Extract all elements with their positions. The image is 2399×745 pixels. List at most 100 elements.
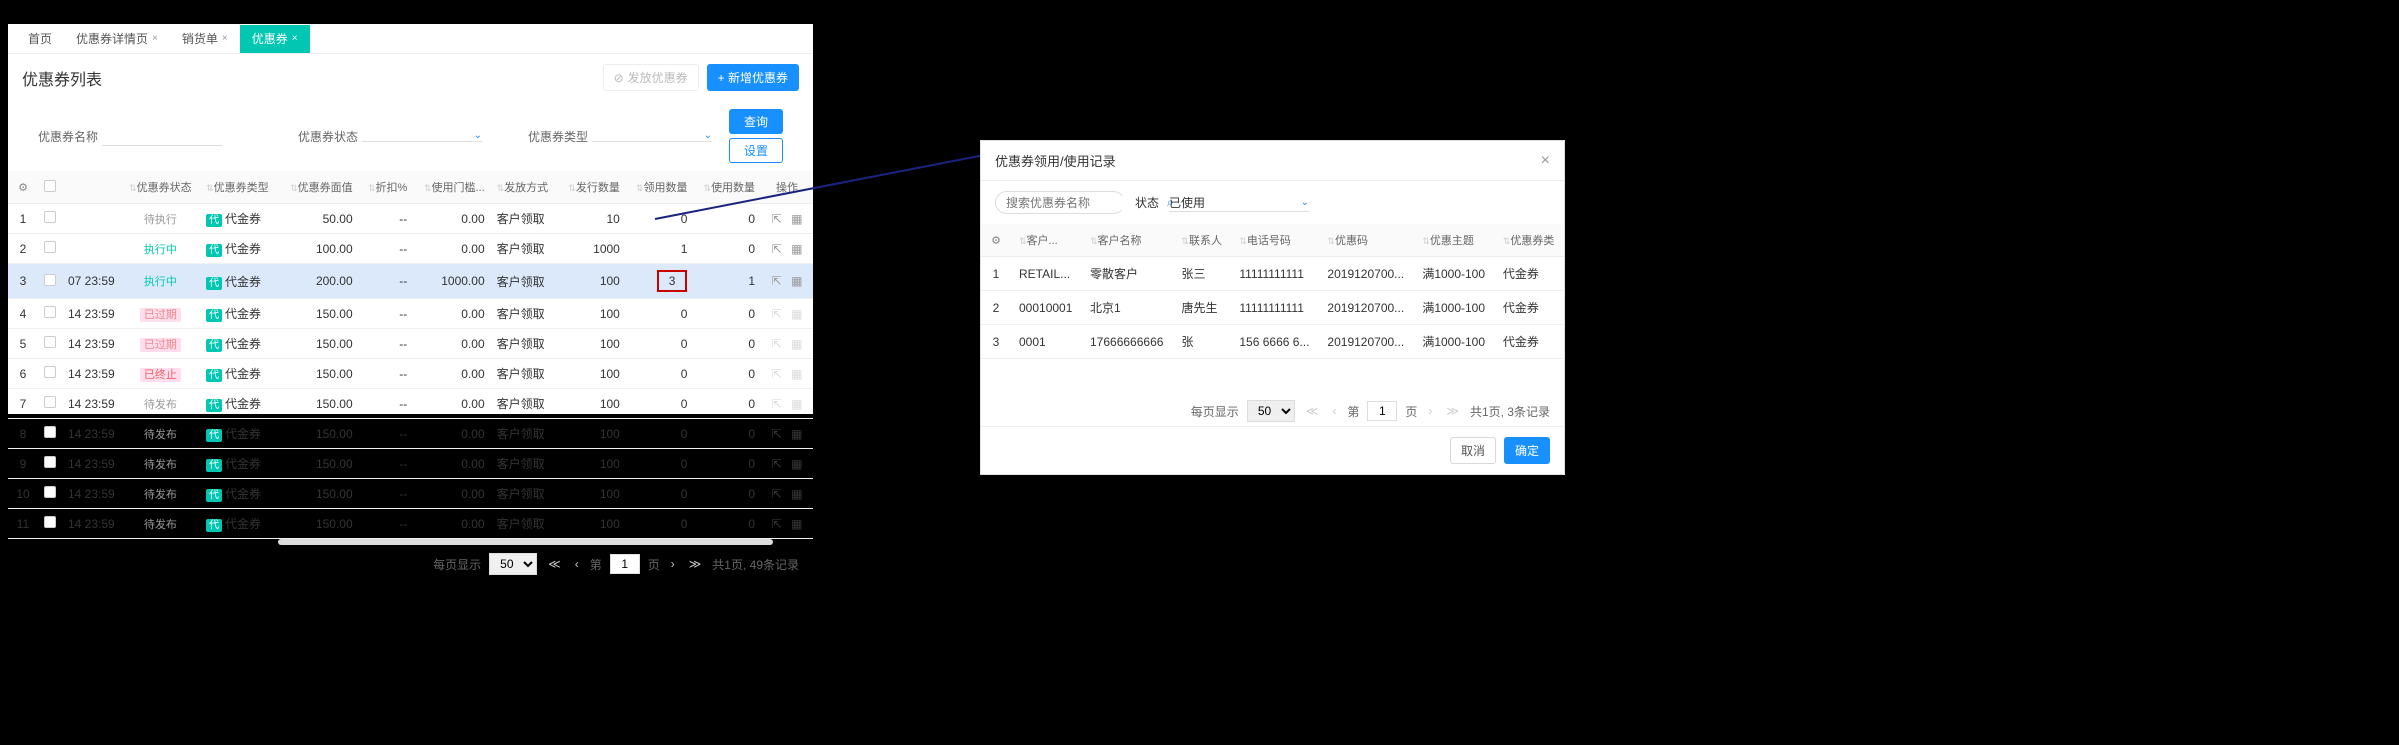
row-checkbox[interactable] — [44, 396, 56, 408]
close-icon[interactable]: × — [152, 33, 158, 44]
row-checkbox[interactable] — [44, 241, 56, 253]
row-checkbox[interactable] — [44, 486, 56, 498]
sort-icon[interactable]: ⇅ — [206, 183, 212, 194]
dlg-page-input[interactable] — [1367, 401, 1397, 421]
sort-icon[interactable]: ⇅ — [1503, 236, 1509, 247]
cancel-button[interactable]: 取消 — [1450, 437, 1496, 464]
qrcode-icon[interactable]: ▦ — [791, 487, 802, 501]
settings-button[interactable]: 设置 — [729, 138, 783, 163]
sort-icon[interactable]: ⇅ — [497, 183, 503, 194]
filter-name-input[interactable] — [102, 126, 222, 146]
page-first-icon[interactable]: ≪ — [1303, 404, 1322, 418]
close-icon[interactable]: × — [222, 33, 228, 44]
page-prev-icon[interactable]: ‹ — [572, 557, 582, 571]
row-claim-qty[interactable]: 0 — [626, 419, 694, 449]
share-icon[interactable]: ⇱ — [772, 307, 782, 321]
row-checkbox[interactable] — [44, 366, 56, 378]
qrcode-icon[interactable]: ▦ — [791, 457, 802, 471]
qrcode-icon[interactable]: ▦ — [791, 397, 802, 411]
close-icon[interactable]: × — [1541, 152, 1550, 170]
table-row[interactable]: 8 14 23:59 待发布 代代金券 150.00 -- 0.00 客户领取 … — [8, 419, 813, 449]
table-row[interactable]: 2 00010001 北京1 唐先生 11111111111 201912070… — [981, 291, 1564, 325]
sort-icon[interactable]: ⇅ — [368, 183, 374, 194]
table-row[interactable]: 1 待执行 代代金券 50.00 -- 0.00 客户领取 10 0 0 ⇱ ▦ — [8, 204, 813, 234]
share-icon[interactable]: ⇱ — [772, 367, 782, 381]
table-row[interactable]: 10 14 23:59 待发布 代代金券 150.00 -- 0.00 客户领取… — [8, 479, 813, 509]
table-row[interactable]: 11 14 23:59 待发布 代代金券 150.00 -- 0.00 客户领取… — [8, 509, 813, 539]
row-claim-qty[interactable]: 0 — [626, 359, 694, 389]
row-checkbox[interactable] — [44, 306, 56, 318]
tab-sales[interactable]: 销货单× — [170, 25, 240, 53]
sort-icon[interactable]: ⇅ — [129, 183, 135, 194]
page-prev-icon[interactable]: ‹ — [1329, 404, 1339, 418]
tab-coupon[interactable]: 优惠券× — [240, 25, 310, 53]
qrcode-icon[interactable]: ▦ — [791, 274, 802, 288]
share-icon[interactable]: ⇱ — [772, 397, 782, 411]
sort-icon[interactable]: ⇅ — [704, 183, 710, 194]
page-input[interactable] — [610, 554, 640, 574]
share-icon[interactable]: ⇱ — [772, 517, 782, 531]
row-checkbox[interactable] — [44, 336, 56, 348]
table-row[interactable]: 2 执行中 代代金券 100.00 -- 0.00 客户领取 1000 1 0 … — [8, 234, 813, 264]
sort-icon[interactable]: ⇅ — [636, 183, 642, 194]
qrcode-icon[interactable]: ▦ — [791, 212, 802, 226]
share-icon[interactable]: ⇱ — [772, 457, 782, 471]
qrcode-icon[interactable]: ▦ — [791, 337, 802, 351]
table-row[interactable]: 6 14 23:59 已终止 代代金券 150.00 -- 0.00 客户领取 … — [8, 359, 813, 389]
table-row[interactable]: 3 07 23:59 执行中 代代金券 200.00 -- 1000.00 客户… — [8, 264, 813, 299]
row-checkbox[interactable] — [44, 211, 56, 223]
page-first-icon[interactable]: ≪ — [545, 557, 564, 571]
table-row[interactable]: 9 14 23:59 待发布 代代金券 150.00 -- 0.00 客户领取 … — [8, 449, 813, 479]
row-claim-qty[interactable]: 0 — [626, 299, 694, 329]
sort-icon[interactable]: ⇅ — [290, 183, 296, 194]
table-row[interactable]: 1 RETAIL... 零散客户 张三 11111111111 20191207… — [981, 257, 1564, 291]
sort-icon[interactable]: ⇅ — [1090, 236, 1096, 247]
row-claim-qty[interactable]: 1 — [626, 234, 694, 264]
sort-icon[interactable]: ⇅ — [424, 183, 430, 194]
row-claim-qty[interactable]: 3 — [626, 264, 694, 299]
share-icon[interactable]: ⇱ — [772, 427, 782, 441]
table-row[interactable]: 5 14 23:59 已过期 代代金券 150.00 -- 0.00 客户领取 … — [8, 329, 813, 359]
gear-icon[interactable]: ⚙ — [18, 182, 28, 194]
perpage-select[interactable]: 50 — [489, 553, 537, 575]
page-next-icon[interactable]: › — [668, 557, 678, 571]
sort-icon[interactable]: ⇅ — [1019, 236, 1025, 247]
row-claim-qty[interactable]: 0 — [626, 449, 694, 479]
dlg-status-select[interactable]: 已使用 ⌄ — [1169, 194, 1309, 212]
sort-icon[interactable]: ⇅ — [1327, 236, 1333, 247]
filter-type-select[interactable]: ⌄ — [592, 130, 712, 142]
row-claim-qty[interactable]: 0 — [626, 509, 694, 539]
dlg-perpage-select[interactable]: 50 — [1247, 400, 1295, 422]
sort-icon[interactable]: ⇅ — [568, 183, 574, 194]
sort-icon[interactable]: ⇅ — [1182, 236, 1188, 247]
share-icon[interactable]: ⇱ — [772, 242, 782, 256]
page-next-icon[interactable]: › — [1425, 404, 1435, 418]
share-icon[interactable]: ⇱ — [772, 487, 782, 501]
qrcode-icon[interactable]: ▦ — [791, 242, 802, 256]
filter-status-select[interactable]: ⌄ — [362, 130, 482, 142]
row-checkbox[interactable] — [44, 516, 56, 528]
page-last-icon[interactable]: ≫ — [1443, 404, 1462, 418]
table-row[interactable]: 7 14 23:59 待发布 代代金券 150.00 -- 0.00 客户领取 … — [8, 389, 813, 419]
qrcode-icon[interactable]: ▦ — [791, 427, 802, 441]
sort-icon[interactable]: ⇅ — [1239, 236, 1245, 247]
qrcode-icon[interactable]: ▦ — [791, 367, 802, 381]
tab-home[interactable]: 首页 — [16, 25, 64, 53]
row-checkbox[interactable] — [44, 456, 56, 468]
row-checkbox[interactable] — [44, 274, 56, 286]
row-checkbox[interactable] — [44, 426, 56, 438]
sort-icon[interactable]: ⇅ — [1422, 236, 1428, 247]
query-button[interactable]: 查询 — [729, 109, 783, 134]
share-icon[interactable]: ⇱ — [772, 212, 782, 226]
row-claim-qty[interactable]: 0 — [626, 389, 694, 419]
qrcode-icon[interactable]: ▦ — [791, 307, 802, 321]
tab-detail[interactable]: 优惠券详情页× — [64, 25, 170, 53]
qrcode-icon[interactable]: ▦ — [791, 517, 802, 531]
gear-icon[interactable]: ⚙ — [991, 235, 1001, 247]
row-claim-qty[interactable]: 0 — [626, 479, 694, 509]
share-icon[interactable]: ⇱ — [772, 274, 782, 288]
table-row[interactable]: 3 0001 17666666666 张 156 6666 6... 20191… — [981, 325, 1564, 359]
issue-coupon-button[interactable]: ⊘ 发放优惠券 — [603, 64, 699, 91]
table-row[interactable]: 4 14 23:59 已过期 代代金券 150.00 -- 0.00 客户领取 … — [8, 299, 813, 329]
row-claim-qty[interactable]: 0 — [626, 329, 694, 359]
